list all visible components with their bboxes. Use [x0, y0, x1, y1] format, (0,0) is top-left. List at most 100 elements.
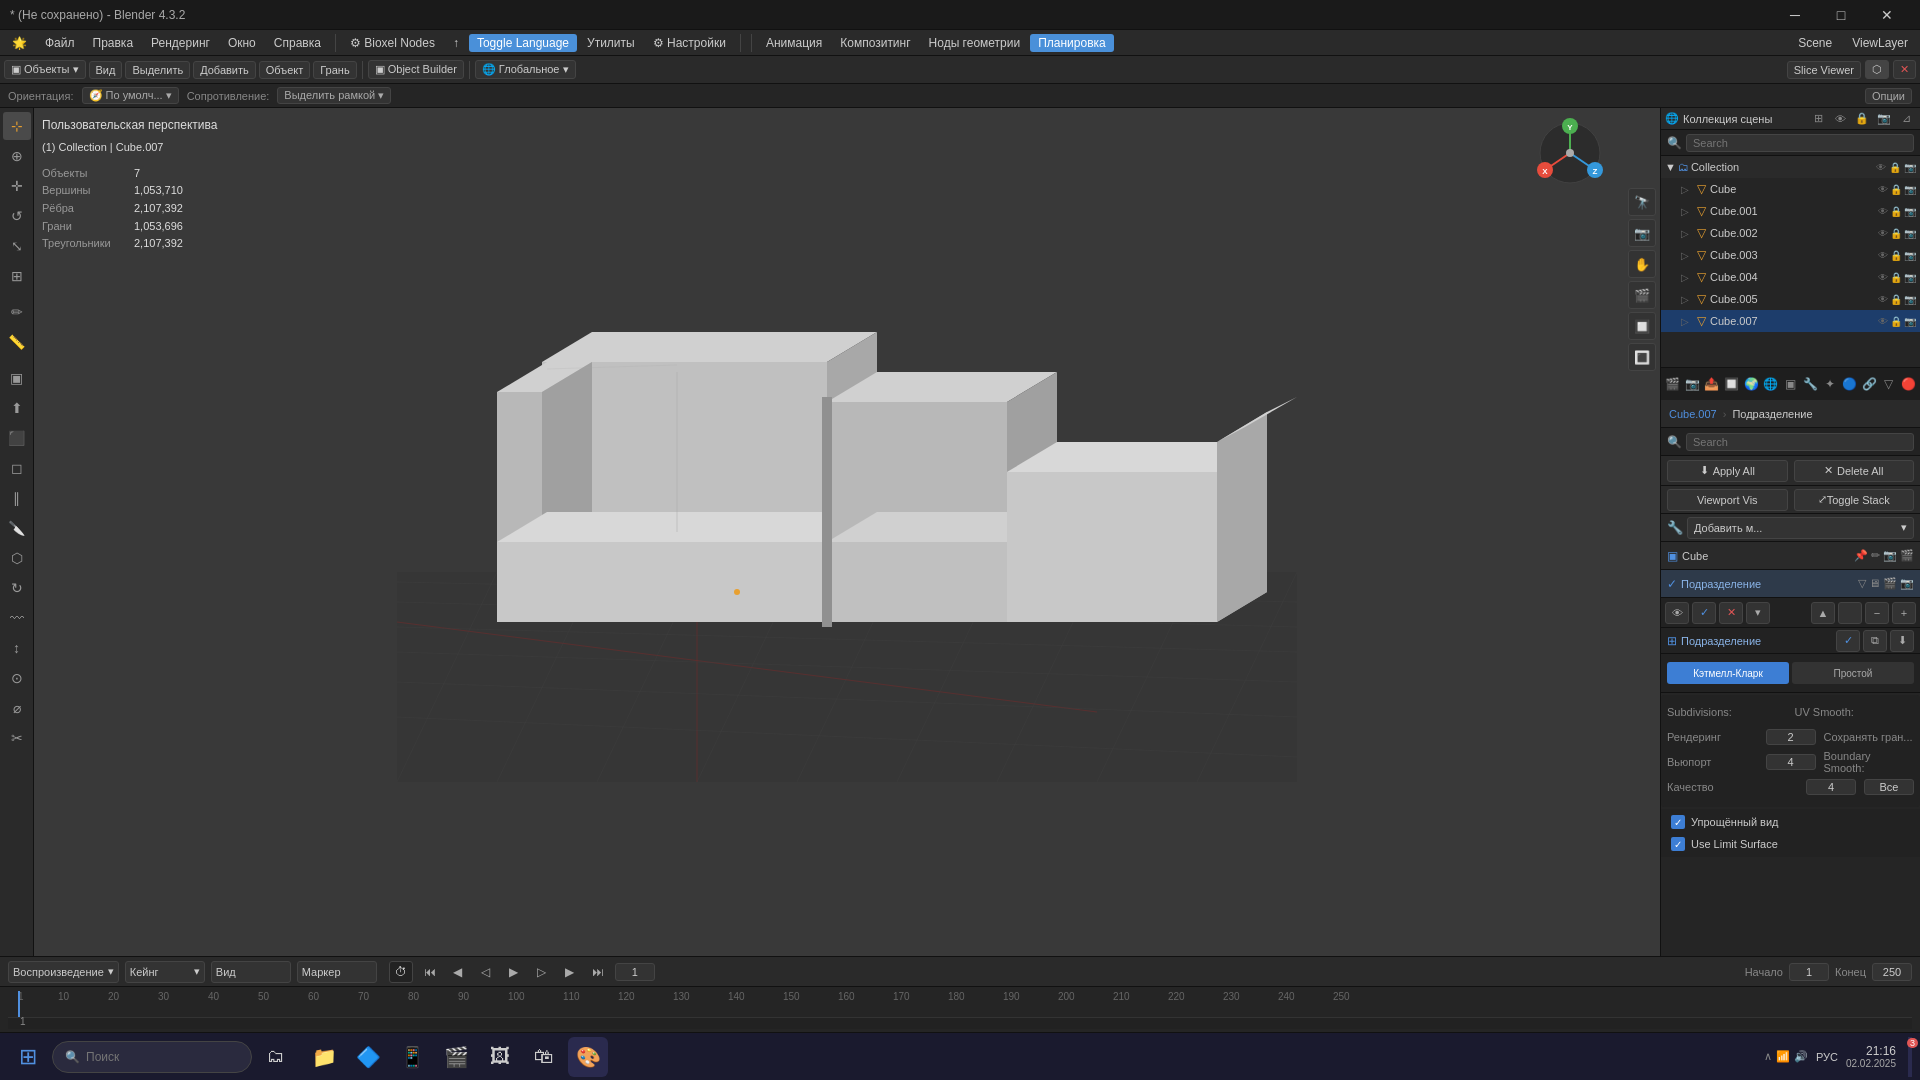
- subdiv-camera-icon[interactable]: 📷: [1900, 577, 1914, 590]
- cursor-tool[interactable]: ⊕: [3, 142, 31, 170]
- workspace-geom-nodes[interactable]: Ноды геометрии: [921, 34, 1029, 52]
- frame-icon[interactable]: ⏱: [389, 961, 413, 983]
- cube-mod-camera[interactable]: 📷: [1883, 549, 1897, 562]
- edge-browser-btn[interactable]: 🔷: [348, 1037, 388, 1077]
- cube-mod-edit[interactable]: ✏: [1871, 549, 1880, 562]
- overlays-btn[interactable]: 🔲: [1628, 312, 1656, 340]
- delete-all-btn[interactable]: ✕ Delete All: [1794, 460, 1915, 482]
- add-menu-btn[interactable]: Добавить: [193, 61, 256, 79]
- zoom-in-btn[interactable]: 🔭: [1628, 188, 1656, 216]
- edge-slide-tool[interactable]: ↕: [3, 634, 31, 662]
- global-transform[interactable]: 🌐 Глобальное ▾: [475, 60, 576, 79]
- object-builder-btn[interactable]: ▣ Object Builder: [368, 60, 464, 79]
- measure-tool[interactable]: 📏: [3, 328, 31, 356]
- store-btn[interactable]: 🛍: [524, 1037, 564, 1077]
- workspace-planning[interactable]: Планировка: [1030, 34, 1114, 52]
- scene-props-2-btn[interactable]: 🌍: [1742, 370, 1761, 398]
- select-menu-btn[interactable]: Выделить: [125, 61, 190, 79]
- subdivision-modifier-item[interactable]: ✓ Подразделение ▽ 🖥 🎬 📷: [1661, 570, 1920, 598]
- utils-menu[interactable]: Утилиты: [579, 34, 643, 52]
- extrude-tool[interactable]: ⬆: [3, 394, 31, 422]
- taskbar-search-input[interactable]: [86, 1050, 239, 1064]
- move-tool[interactable]: ✛: [3, 172, 31, 200]
- render-preview-btn[interactable]: 🎬: [1628, 281, 1656, 309]
- subdiv-mesh-icon[interactable]: ▽: [1858, 577, 1866, 590]
- smooth-tool[interactable]: 〰: [3, 604, 31, 632]
- shrink-fatten-tool[interactable]: ⊙: [3, 664, 31, 692]
- quality-val[interactable]: 4: [1806, 779, 1856, 795]
- material-props-btn[interactable]: 🔴: [1899, 370, 1918, 398]
- select-tool[interactable]: ⊹: [3, 112, 31, 140]
- maximize-button[interactable]: □: [1818, 0, 1864, 30]
- simplified-checkbox[interactable]: ✓: [1671, 815, 1685, 829]
- inset-tool[interactable]: ⬛: [3, 424, 31, 452]
- view-layer-props-btn[interactable]: 🔲: [1722, 370, 1741, 398]
- limit-surface-checkbox[interactable]: ✓: [1671, 837, 1685, 851]
- end-frame-input[interactable]: [1872, 963, 1912, 981]
- prev-keyframe-btn[interactable]: ◁: [475, 961, 497, 983]
- collection-viewport-btn[interactable]: 🔒: [1889, 162, 1901, 173]
- options-btn[interactable]: Опции: [1865, 88, 1912, 104]
- edge-menu-btn[interactable]: Грань: [313, 61, 356, 79]
- all-val[interactable]: Все: [1864, 779, 1914, 795]
- apply-all-btn[interactable]: ⬇ Apply All: [1667, 460, 1788, 482]
- media-player-btn[interactable]: 🎬: [436, 1037, 476, 1077]
- close-button[interactable]: ✕: [1864, 0, 1910, 30]
- subdiv-render-icon[interactable]: 🎬: [1883, 577, 1897, 590]
- transform-tool[interactable]: ⊞: [3, 262, 31, 290]
- view-menu-btn[interactable]: Вид: [89, 61, 123, 79]
- photos-btn[interactable]: 🖼: [480, 1037, 520, 1077]
- playback-dropdown[interactable]: Воспроизведение ▾: [8, 961, 119, 983]
- view-layer-select[interactable]: ViewLayer: [1844, 34, 1916, 52]
- volume-icon[interactable]: 🔊: [1794, 1050, 1808, 1063]
- item-lock[interactable]: 🔒: [1890, 184, 1902, 195]
- pan-view-btn[interactable]: ✋: [1628, 250, 1656, 278]
- loop-cut-tool[interactable]: ∥: [3, 484, 31, 512]
- outliner-item-cube007[interactable]: ▷ ▽ Cube.007 👁 🔒 📷: [1661, 310, 1920, 332]
- whatsapp-btn[interactable]: 📱 3: [392, 1037, 432, 1077]
- outliner-item-cube004[interactable]: ▷ ▽ Cube.004 👁 🔒 📷: [1661, 266, 1920, 288]
- task-view-btn[interactable]: 🗂: [256, 1037, 296, 1077]
- toggle-language-btn[interactable]: Toggle Language: [469, 34, 577, 52]
- subdiv-settings-copy[interactable]: ⧉: [1863, 630, 1887, 652]
- shear-tool[interactable]: ⌀: [3, 694, 31, 722]
- file-explorer-btn[interactable]: 📁: [304, 1037, 344, 1077]
- marker-dropdown[interactable]: Маркер: [297, 961, 377, 983]
- camera-view-btn[interactable]: 📷: [1628, 219, 1656, 247]
- outliner-item-cube[interactable]: ▷ ▽ Cube 👁 🔒 📷: [1661, 178, 1920, 200]
- modifier-props-btn active[interactable]: 🔧: [1801, 370, 1820, 398]
- timeline-ruler[interactable]: 1 10 20 30 40 50 60 70 80 90 100 110 120…: [0, 987, 1920, 1033]
- next-keyframe-btn[interactable]: ▷: [531, 961, 553, 983]
- funnel-btn[interactable]: ⊿: [1896, 109, 1916, 129]
- collection-eye-btn[interactable]: 👁: [1876, 162, 1886, 173]
- modifier-search-input[interactable]: [1686, 433, 1914, 451]
- mod-ctrl-plus[interactable]: +: [1892, 602, 1916, 624]
- jump-end-btn[interactable]: ⏭: [587, 961, 609, 983]
- catmull-clark-btn[interactable]: Кэтмелл-Кларк: [1667, 662, 1789, 684]
- minimize-button[interactable]: ─: [1772, 0, 1818, 30]
- bevel-tool[interactable]: ◻: [3, 454, 31, 482]
- navigation-gizmo[interactable]: Y X Z: [1535, 118, 1605, 188]
- render-val[interactable]: 2: [1766, 729, 1816, 745]
- keying-dropdown[interactable]: Кейнг ▾: [125, 961, 205, 983]
- outliner-item-cube005[interactable]: ▷ ▽ Cube.005 👁 🔒 📷: [1661, 288, 1920, 310]
- subdiv-settings-apply[interactable]: ⬇: [1890, 630, 1914, 652]
- camera-restrict-btn[interactable]: 📷: [1874, 109, 1894, 129]
- play-btn[interactable]: ▶: [503, 961, 525, 983]
- toggle-stack-btn[interactable]: ⤢ Toggle Stack: [1794, 489, 1915, 511]
- particle-props-btn[interactable]: ✦: [1821, 370, 1840, 398]
- orientation-selector[interactable]: 🧭 По умолч... ▾: [82, 87, 179, 104]
- workspace-animation[interactable]: Анимация: [758, 34, 830, 52]
- add-cube-tool[interactable]: ▣: [3, 364, 31, 392]
- collection-render-btn[interactable]: 📷: [1904, 162, 1916, 173]
- workspace-compositing[interactable]: Композитинг: [832, 34, 918, 52]
- jump-start-btn[interactable]: ⏮: [419, 961, 441, 983]
- viewport-shading-wireframe[interactable]: ⬡: [1865, 60, 1889, 79]
- filter-btn[interactable]: ⊞: [1808, 109, 1828, 129]
- prev-frame-btn[interactable]: ◀: [447, 961, 469, 983]
- blender-icon-btn[interactable]: 🌟: [4, 34, 35, 52]
- rotate-tool[interactable]: ↺: [3, 202, 31, 230]
- cube-mod-render[interactable]: 🎬: [1900, 549, 1914, 562]
- slice-viewer-btn[interactable]: Slice Viewer: [1787, 61, 1861, 79]
- file-menu[interactable]: Файл: [37, 34, 83, 52]
